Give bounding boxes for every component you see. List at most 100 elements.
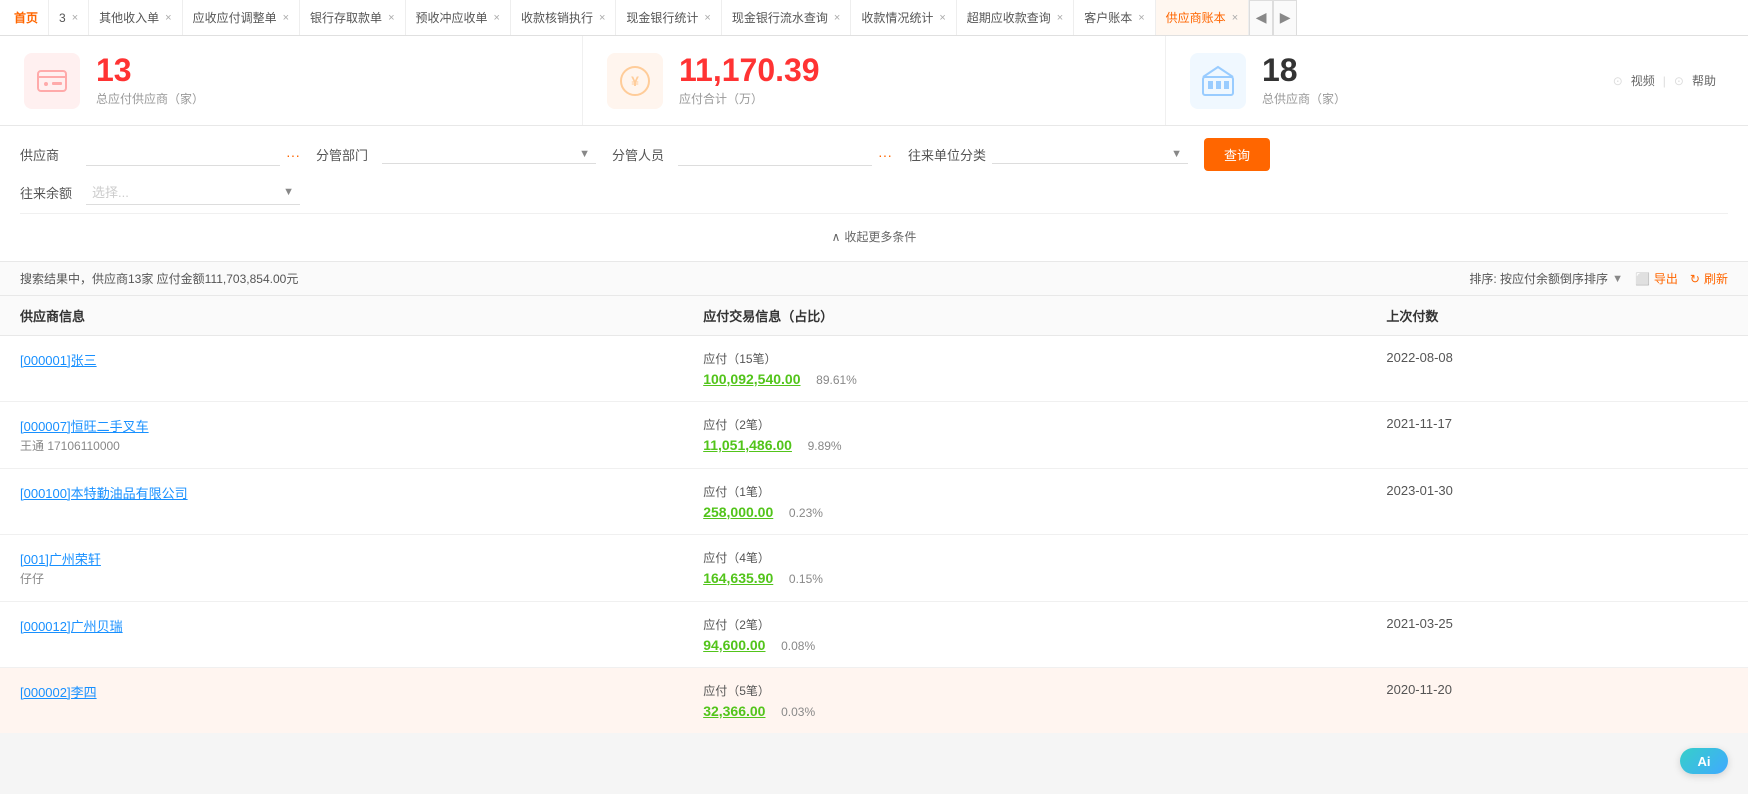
- close-icon[interactable]: ×: [834, 12, 840, 24]
- close-icon[interactable]: ×: [599, 12, 605, 24]
- transaction-amount[interactable]: 94,600.00: [703, 637, 765, 653]
- transaction-amount[interactable]: 258,000.00: [703, 504, 773, 520]
- supplier-link[interactable]: [001]广州荣轩: [20, 549, 703, 568]
- supplier-info: [000012]广州贝瑞: [20, 616, 703, 635]
- refresh-button[interactable]: ↻ 刷新: [1690, 270, 1728, 287]
- category-select[interactable]: ▼: [992, 145, 1188, 164]
- nav-tab-receipt-exec[interactable]: 收款核销执行 ×: [511, 0, 616, 36]
- dept-select[interactable]: ▼: [382, 145, 596, 164]
- supplier-link[interactable]: [000002]李四: [20, 682, 703, 701]
- balance-label: 往来余额: [20, 183, 80, 202]
- transaction-amount[interactable]: 164,635.90: [703, 570, 773, 586]
- transaction-amount[interactable]: 11,051,486.00: [703, 437, 792, 453]
- transaction-label: 应付（1笔）: [703, 483, 1386, 500]
- supplier-sub: 王通 17106110000: [20, 437, 703, 454]
- nav-prev-button[interactable]: ◀: [1249, 0, 1273, 36]
- nav-tab-cash-flow[interactable]: 现金银行流水查询 ×: [722, 0, 851, 36]
- close-icon[interactable]: ×: [388, 12, 394, 24]
- result-bar: 搜索结果中，供应商13家 应付金额111,703,854.00元 排序: 按应付…: [0, 262, 1748, 296]
- nav-next-button[interactable]: ▶: [1273, 0, 1297, 36]
- supplier-link[interactable]: [000001]张三: [20, 350, 703, 369]
- supplier-input[interactable]: [86, 144, 280, 166]
- supplier-link[interactable]: [000012]广州贝瑞: [20, 616, 703, 635]
- nav-tab-cash-bank-stat-label: 现金银行统计: [626, 9, 698, 26]
- table-row: [000012]广州贝瑞 应付（2笔） 94,600.00 0.08% 2021…: [0, 602, 1748, 668]
- nav-tab-bank-deposit[interactable]: 银行存取款单 ×: [300, 0, 405, 36]
- filter-balance: 往来余额 选择... ▼: [20, 179, 300, 205]
- balance-select[interactable]: 选择... ▼: [86, 179, 300, 205]
- supplier-dots-icon[interactable]: ···: [286, 147, 300, 163]
- table-row: [000001]张三 应付（15笔） 100,092,540.00 89.61%…: [0, 336, 1748, 402]
- close-icon[interactable]: ×: [1232, 12, 1238, 24]
- nav-tab-supplier-account[interactable]: 供应商账本 ×: [1156, 0, 1249, 36]
- close-icon[interactable]: ×: [494, 12, 500, 24]
- last-payment: 2022-08-08: [1386, 350, 1728, 365]
- top-nav: 首页 3 × 其他收入单 × 应收应付调整单 × 银行存取款单 × 预收冲应收单…: [0, 0, 1748, 36]
- filter-row-2: 往来余额 选择... ▼: [20, 179, 1728, 205]
- nav-tab-customer-account[interactable]: 客户账本 ×: [1074, 0, 1155, 36]
- filter-supplier: 供应商 ···: [20, 144, 300, 166]
- balance-placeholder: 选择...: [92, 182, 129, 201]
- help-link[interactable]: 帮助: [1692, 72, 1716, 89]
- filter-person: 分管人员 ···: [612, 144, 892, 166]
- nav-tab-advance-receipt[interactable]: 预收冲应收单 ×: [406, 0, 511, 36]
- close-icon[interactable]: ×: [72, 12, 78, 24]
- ai-label: Ai: [1698, 754, 1711, 769]
- nav-tab-home[interactable]: 首页: [4, 0, 49, 36]
- filter-dept: 分管部门 ▼: [316, 145, 596, 164]
- transaction-amount[interactable]: 32,366.00: [703, 703, 765, 719]
- export-button[interactable]: ⬜ 导出: [1635, 270, 1678, 287]
- result-summary: 搜索结果中，供应商13家 应付金额111,703,854.00元: [20, 270, 298, 287]
- person-dots-icon[interactable]: ···: [878, 147, 892, 163]
- svg-text:¥: ¥: [631, 73, 639, 89]
- close-icon[interactable]: ×: [283, 12, 289, 24]
- total-suppliers-icon: [1190, 53, 1246, 109]
- filter-area: 供应商 ··· 分管部门 ▼ 分管人员 ··· 往来单位分类 ▼ 查询 往来: [0, 126, 1748, 262]
- chevron-down-icon3: ▼: [283, 186, 294, 198]
- table-row: [000007]恒旺二手叉车 王通 17106110000 应付（2笔） 11,…: [0, 402, 1748, 469]
- transaction-amount[interactable]: 100,092,540.00: [703, 371, 800, 387]
- nav-tab-ap-adjust[interactable]: 应收应付调整单 ×: [183, 0, 300, 36]
- nav-tab-3[interactable]: 3 ×: [49, 0, 89, 36]
- circle-icon: ⊙: [1613, 74, 1623, 88]
- table-row: [000100]本特勤油品有限公司 应付（1笔） 258,000.00 0.23…: [0, 469, 1748, 535]
- query-button[interactable]: 查询: [1204, 138, 1270, 171]
- total-suppliers-count: 18: [1262, 54, 1346, 86]
- supplier-info: [000002]李四: [20, 682, 703, 701]
- nav-tab-receipt-stat[interactable]: 收款情况统计 ×: [851, 0, 956, 36]
- stat-payable-suppliers: 13 总应付供应商（家）: [0, 36, 583, 125]
- transaction-percent: 9.89%: [808, 439, 842, 453]
- stat-right-links: ⊙ 视频 | ⊙ 帮助: [1613, 72, 1724, 89]
- result-actions: 排序: 按应付余额倒序排序 ▼ ⬜ 导出 ↻ 刷新: [1469, 270, 1728, 287]
- close-icon[interactable]: ×: [1057, 12, 1063, 24]
- transaction-info: 应付（2笔） 94,600.00 0.08%: [703, 616, 1386, 653]
- last-payment: 2021-03-25: [1386, 616, 1728, 631]
- nav-tab-overdue[interactable]: 超期应收款查询 ×: [957, 0, 1074, 36]
- close-icon[interactable]: ×: [704, 12, 710, 24]
- last-payment: 2021-11-17: [1386, 416, 1728, 431]
- supplier-info: [001]广州荣轩 仔仔: [20, 549, 703, 587]
- person-input[interactable]: [678, 144, 872, 166]
- dept-label: 分管部门: [316, 145, 376, 164]
- nav-tab-other-income[interactable]: 其他收入单 ×: [89, 0, 182, 36]
- supplier-link[interactable]: [000007]恒旺二手叉车: [20, 416, 703, 435]
- ai-badge[interactable]: Ai: [1680, 748, 1728, 774]
- video-link[interactable]: 视频: [1631, 72, 1655, 89]
- close-icon[interactable]: ×: [1138, 12, 1144, 24]
- filter-row-1: 供应商 ··· 分管部门 ▼ 分管人员 ··· 往来单位分类 ▼ 查询: [20, 138, 1728, 171]
- sort-button[interactable]: 排序: 按应付余额倒序排序 ▼: [1469, 270, 1623, 287]
- total-suppliers-label: 总供应商（家）: [1262, 90, 1346, 107]
- transaction-info: 应付（4笔） 164,635.90 0.15%: [703, 549, 1386, 586]
- nav-tab-cash-bank-stat[interactable]: 现金银行统计 ×: [616, 0, 721, 36]
- collapse-button[interactable]: ∧ 收起更多条件: [820, 224, 929, 249]
- col1-header: 供应商信息: [20, 306, 703, 325]
- stat-payable-total: ¥ 11,170.39 应付合计（万）: [583, 36, 1166, 125]
- nav-tab-receipt-exec-label: 收款核销执行: [521, 9, 593, 26]
- close-icon[interactable]: ×: [939, 12, 945, 24]
- person-label: 分管人员: [612, 145, 672, 164]
- supplier-sub: 仔仔: [20, 570, 703, 587]
- export-label: 导出: [1654, 270, 1678, 287]
- supplier-info: [000001]张三: [20, 350, 703, 369]
- supplier-link[interactable]: [000100]本特勤油品有限公司: [20, 483, 703, 502]
- close-icon[interactable]: ×: [165, 12, 171, 24]
